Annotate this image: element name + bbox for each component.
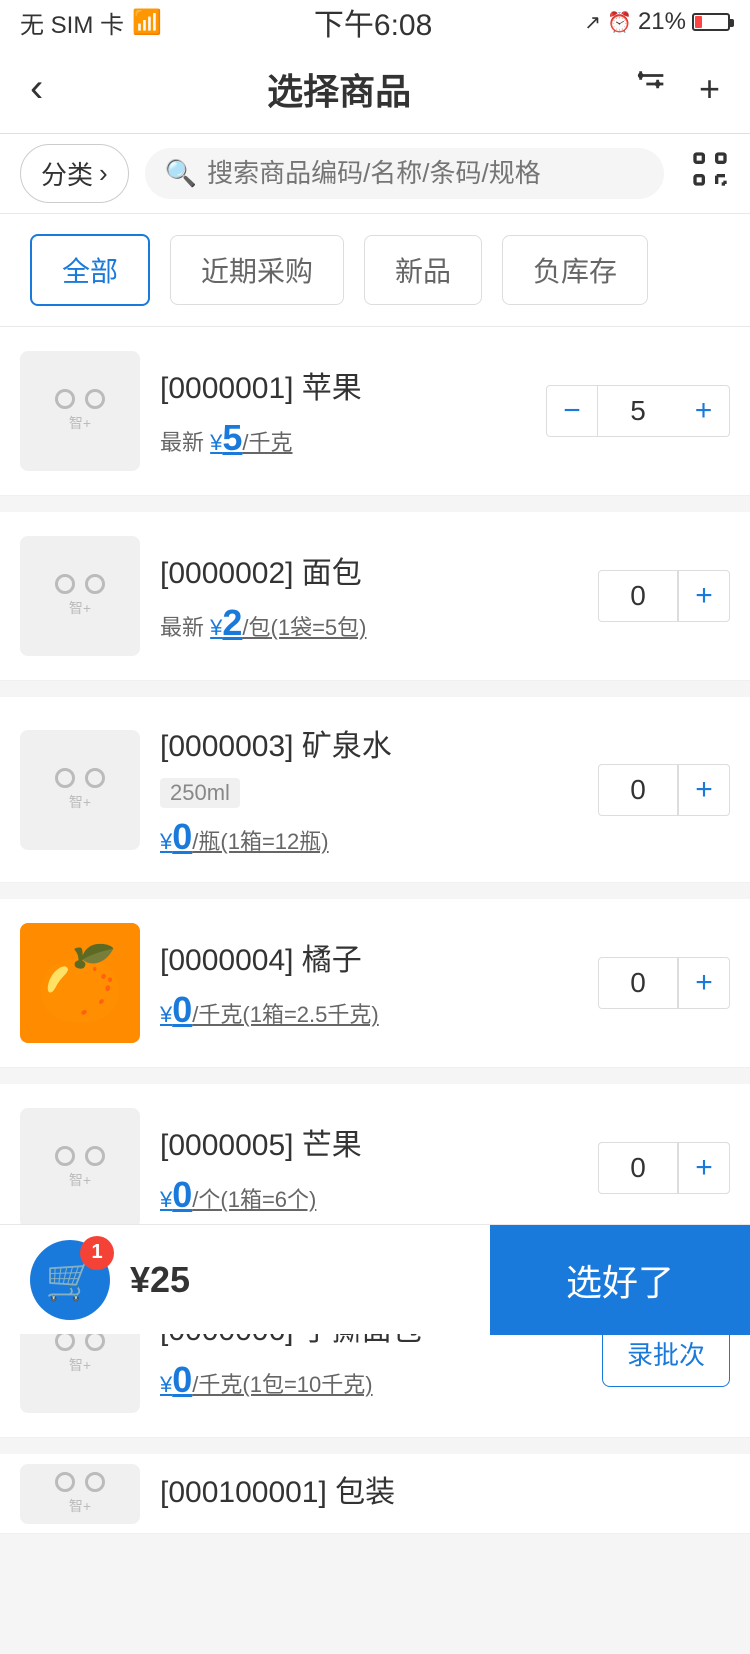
product-info-5: [0000005] 芒果 ¥0/个(1箱=6个): [160, 1120, 578, 1216]
bottom-bar: 🛒 1 ¥25 选好了: [0, 1224, 750, 1334]
product-controls-3: 0 +: [598, 764, 730, 816]
product-image-4: 🍊: [20, 923, 140, 1043]
product-info-1: [0000001] 苹果 最新 ¥5/千克: [160, 363, 526, 459]
category-button[interactable]: 分类 ›: [20, 144, 129, 203]
category-label: 分类: [41, 155, 93, 192]
product-name-2: [0000002] 面包: [160, 548, 578, 592]
increase-btn-4[interactable]: +: [678, 957, 730, 1009]
tab-recent[interactable]: 近期采购: [170, 235, 344, 305]
product-item-4: 🍊 [0000004] 橘子 ¥0/千克(1箱=2.5千克) 0 +: [0, 899, 750, 1068]
tab-all[interactable]: 全部: [30, 234, 150, 306]
alarm-icon: ⏰: [607, 10, 632, 35]
product-image-2: 智+: [20, 536, 140, 656]
increase-btn-3[interactable]: +: [678, 764, 730, 816]
cart-badge: 1: [80, 1236, 114, 1270]
product-name-5: [0000005] 芒果: [160, 1120, 578, 1164]
status-time: 下午6:08: [314, 0, 432, 44]
product-price-2: 最新 ¥2/包(1袋=5包): [160, 602, 578, 644]
decrease-btn-1[interactable]: −: [546, 385, 598, 437]
filter-icon[interactable]: [635, 67, 669, 110]
product-controls-1: − +: [546, 385, 730, 437]
status-right: ↗ ⏰ 21%: [584, 8, 730, 36]
carrier-text: 无 SIM 卡: [20, 5, 124, 40]
battery-icon: [692, 13, 730, 31]
product-list: 智+ [0000001] 苹果 最新 ¥5/千克 − + 智+: [0, 327, 750, 1654]
product-item-2: 智+ [0000002] 面包 最新 ¥2/包(1袋=5包) 0 +: [0, 512, 750, 681]
location-icon: ↗: [584, 10, 601, 35]
tab-negative[interactable]: 负库存: [502, 235, 648, 305]
product-image-1: 智+: [20, 351, 140, 471]
category-arrow: ›: [99, 158, 108, 189]
product-spec-3: 250ml: [160, 778, 240, 808]
product-price-4: ¥0/千克(1箱=2.5千克): [160, 989, 578, 1031]
battery-text: 21%: [638, 8, 686, 36]
tab-bar: 全部 近期采购 新品 负库存: [0, 214, 750, 327]
product-price-6: ¥0/千克(1包=10千克): [160, 1359, 582, 1401]
increase-btn-5[interactable]: +: [678, 1142, 730, 1194]
product-image-5: 智+: [20, 1108, 140, 1228]
filter-bar: 分类 › 🔍: [0, 134, 750, 214]
search-box: 🔍: [145, 148, 664, 199]
product-item-1: 智+ [0000001] 苹果 最新 ¥5/千克 − +: [0, 327, 750, 496]
search-icon: 🔍: [165, 158, 197, 189]
product-info-4: [0000004] 橘子 ¥0/千克(1箱=2.5千克): [160, 935, 578, 1031]
increase-btn-2[interactable]: +: [678, 570, 730, 622]
product-info-3: [0000003] 矿泉水 250ml ¥0/瓶(1箱=12瓶): [160, 721, 578, 858]
product-image-3: 智+: [20, 730, 140, 850]
status-carrier: 无 SIM 卡 📶: [20, 5, 162, 40]
quantity-display-5: 0: [598, 1142, 678, 1194]
page-title: 选择商品: [267, 63, 411, 115]
product-controls-4: 0 +: [598, 957, 730, 1009]
product-image-7: 智+: [20, 1464, 140, 1524]
cart-section: 🛒 1 ¥25: [0, 1240, 490, 1320]
quantity-display-4: 0: [598, 957, 678, 1009]
product-price-1: 最新 ¥5/千克: [160, 417, 526, 459]
product-name-3: [0000003] 矿泉水: [160, 721, 578, 765]
product-info-7: [000100001] 包装: [160, 1467, 730, 1521]
product-controls-2: 0 +: [598, 570, 730, 622]
cart-button[interactable]: 🛒 1: [30, 1240, 110, 1320]
wifi-icon: 📶: [132, 8, 162, 37]
quantity-display-2: 0: [598, 570, 678, 622]
nav-actions: +: [635, 67, 720, 110]
confirm-button[interactable]: 选好了: [490, 1225, 750, 1335]
add-button[interactable]: +: [699, 68, 720, 110]
nav-bar: ‹ 选择商品 +: [0, 44, 750, 134]
increase-btn-1[interactable]: +: [678, 385, 730, 437]
product-name-4: [0000004] 橘子: [160, 935, 578, 979]
product-price-3: ¥0/瓶(1箱=12瓶): [160, 816, 578, 858]
product-name-1: [0000001] 苹果: [160, 363, 526, 407]
product-item-7: 智+ [000100001] 包装: [0, 1454, 750, 1534]
product-info-2: [0000002] 面包 最新 ¥2/包(1袋=5包): [160, 548, 578, 644]
quantity-input-1[interactable]: [598, 385, 678, 437]
product-price-5: ¥0/个(1箱=6个): [160, 1174, 578, 1216]
search-input[interactable]: [207, 158, 644, 189]
product-name-7: [000100001] 包装: [160, 1467, 730, 1511]
scan-icon[interactable]: [690, 149, 730, 198]
back-button[interactable]: ‹: [30, 66, 43, 111]
cart-total: ¥25: [130, 1259, 190, 1301]
status-bar: 无 SIM 卡 📶 下午6:08 ↗ ⏰ 21%: [0, 0, 750, 44]
quantity-display-3: 0: [598, 764, 678, 816]
tab-new[interactable]: 新品: [364, 235, 482, 305]
product-controls-5: 0 +: [598, 1142, 730, 1194]
product-item-3: 智+ [0000003] 矿泉水 250ml ¥0/瓶(1箱=12瓶) 0 +: [0, 697, 750, 883]
